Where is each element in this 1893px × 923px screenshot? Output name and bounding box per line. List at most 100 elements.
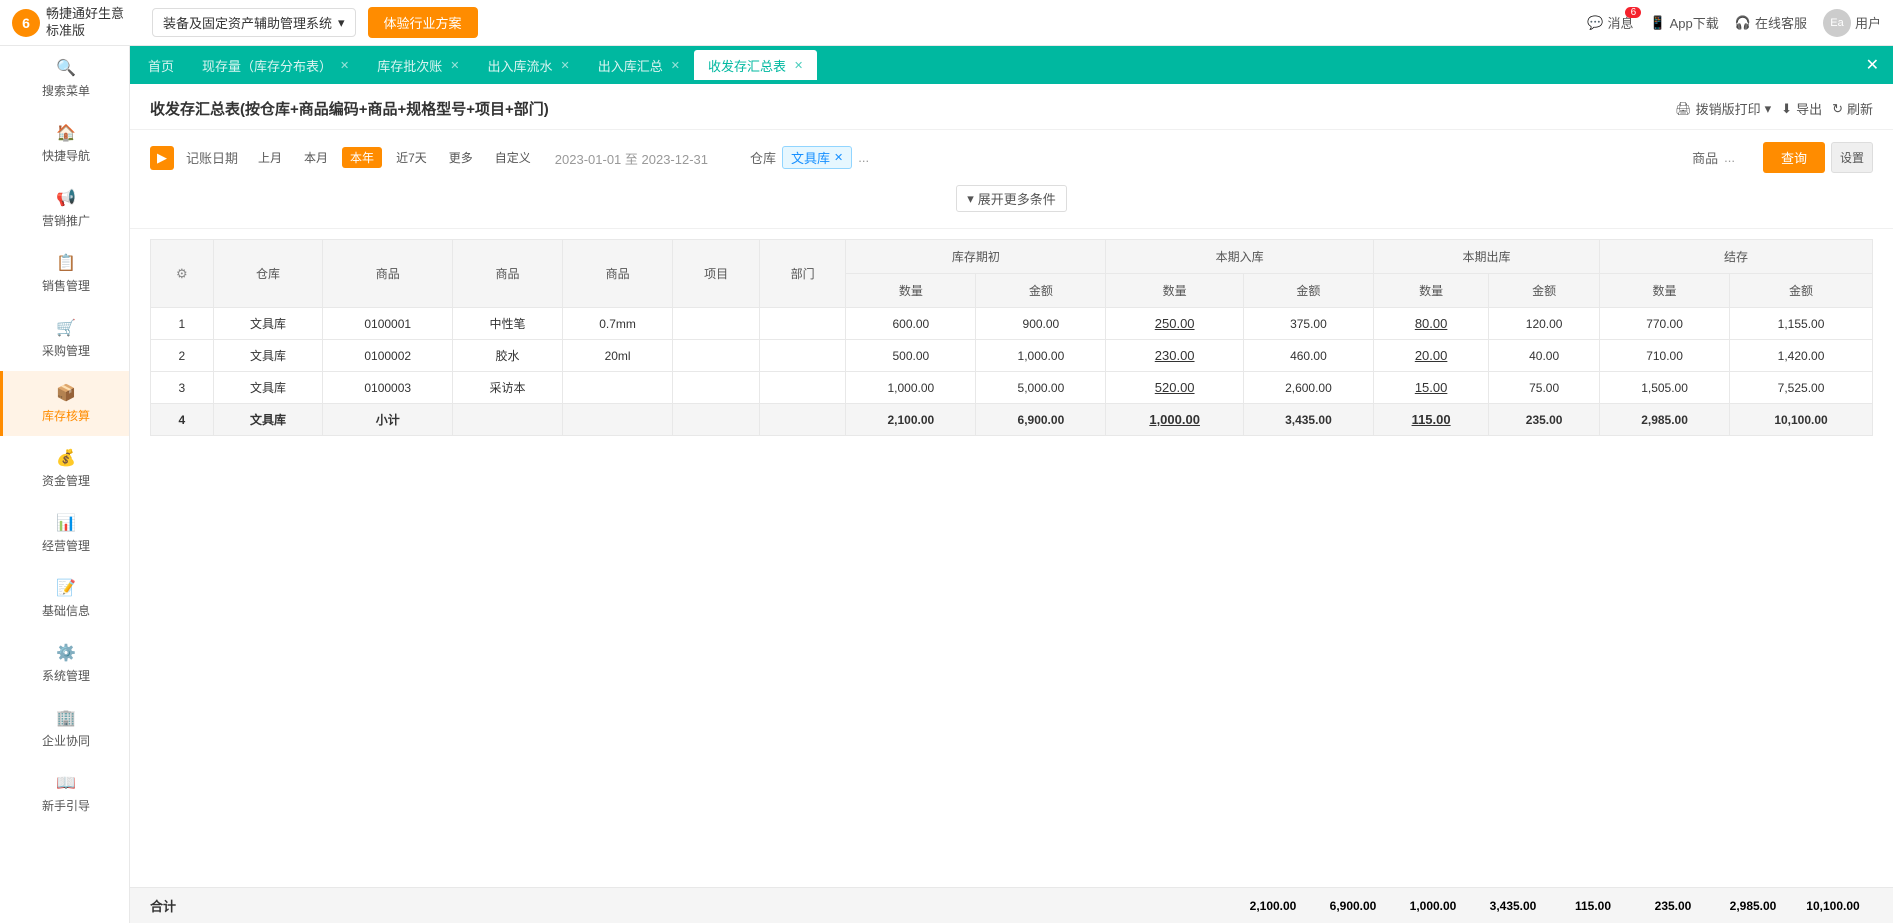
date-btn-last-month[interactable]: 上月 [250, 147, 290, 168]
app-download-item[interactable]: 📱 App下载 [1649, 13, 1718, 32]
basic-info-icon: 📝 [56, 578, 76, 598]
print-button[interactable]: 🖨 拨销版打印 ▾ [1675, 99, 1771, 118]
trial-button[interactable]: 体验行业方案 [368, 7, 478, 38]
warehouse-more[interactable]: ... [858, 150, 869, 165]
row1-warehouse: 文具库 [213, 308, 322, 340]
sidebar-item-inventory[interactable]: 📦 库存核算 [0, 371, 129, 436]
tab-batch[interactable]: 库存批次账 ✕ [363, 50, 473, 80]
date-range: 2023-01-01 至 2023-12-31 [555, 149, 708, 168]
row3-in-qty[interactable]: 520.00 [1106, 372, 1244, 404]
app-download-label: App下载 [1670, 13, 1719, 32]
inventory-icon: 📦 [56, 383, 76, 403]
col-open-amt-header: 金额 [976, 274, 1106, 308]
col-open-header: 库存期初 [846, 240, 1106, 274]
warehouse-tag[interactable]: 文具库 ✕ [782, 146, 852, 169]
row3-out-amt: 75.00 [1489, 372, 1600, 404]
sidebar-item-finance[interactable]: 💰 资金管理 [0, 436, 129, 501]
warehouse-filter: 仓库 文具库 ✕ ... [750, 146, 869, 169]
row1-open-qty: 600.00 [846, 308, 976, 340]
query-button[interactable]: 查询 [1763, 142, 1825, 173]
refresh-button[interactable]: ↻ 刷新 [1832, 99, 1873, 118]
warehouse-tag-close[interactable]: ✕ [834, 151, 843, 164]
sidebar-item-search[interactable]: 🔍 搜索菜单 [0, 46, 129, 111]
tab-stock-dist-close[interactable]: ✕ [340, 59, 349, 72]
row1-out-qty[interactable]: 80.00 [1373, 308, 1488, 340]
table-row: 1 文具库 0100001 中性笔 0.7mm 600.00 900.00 25… [151, 308, 1873, 340]
sidebar-item-guide[interactable]: 📖 新手引导 [0, 761, 129, 826]
row3-open-qty: 1,000.00 [846, 372, 976, 404]
footer-in-qty: 1,000.00 [1393, 899, 1473, 913]
expand-label: 展开更多条件 [978, 189, 1056, 208]
col-code-header: 商品 [323, 240, 453, 308]
export-button[interactable]: ⬇ 导出 [1781, 99, 1822, 118]
sidebar-label-guide: 新手引导 [42, 797, 90, 814]
date-btn-7days[interactable]: 近7天 [388, 147, 435, 168]
subtotal-label: 小计 [323, 404, 453, 436]
tab-flow[interactable]: 出入库流水 ✕ [473, 50, 583, 80]
system-selector[interactable]: 装备及固定资产辅助管理系统 ▾ [152, 8, 356, 37]
tab-recv-summary-label: 收发存汇总表 [708, 56, 786, 75]
row1-bal-qty: 770.00 [1600, 308, 1730, 340]
col-spec-header: 商品 [562, 240, 673, 308]
expand-conditions-button[interactable]: ▾ 展开更多条件 [956, 185, 1067, 212]
sidebar-item-sales[interactable]: 📋 销售管理 [0, 241, 129, 306]
col-project-header: 项目 [673, 240, 759, 308]
sidebar-item-basic-info[interactable]: 📝 基础信息 [0, 566, 129, 631]
user-label: 用户 [1855, 13, 1881, 32]
date-label: 记账日期 [186, 148, 238, 167]
tab-bar-close[interactable]: ✕ [1856, 55, 1889, 75]
row2-warehouse: 文具库 [213, 340, 322, 372]
sidebar-item-enterprise[interactable]: 🏢 企业协同 [0, 696, 129, 761]
row1-in-qty[interactable]: 250.00 [1106, 308, 1244, 340]
goods-more[interactable]: ... [1724, 150, 1735, 165]
footer-total-label: 合计 [150, 896, 350, 915]
filter-expand-arrow[interactable]: ▶ [150, 146, 174, 170]
messages-item[interactable]: 💬 消息 6 [1587, 13, 1633, 32]
online-service-item[interactable]: 🎧 在线客服 [1735, 13, 1807, 32]
col-settings-header[interactable]: ⚙ [151, 240, 214, 308]
sidebar-item-quick-nav[interactable]: 🏠 快捷导航 [0, 111, 129, 176]
sidebar-item-purchase[interactable]: 🛒 采购管理 [0, 306, 129, 371]
tab-stock-dist[interactable]: 现存量（库存分布表） ✕ [188, 50, 363, 80]
col-in-qty-header: 数量 [1106, 274, 1244, 308]
footer-bar: 合计 2,100.00 6,900.00 1,000.00 3,435.00 1… [130, 887, 1893, 923]
row3-project [673, 372, 759, 404]
sidebar-item-operations[interactable]: 📊 经营管理 [0, 501, 129, 566]
sidebar-item-marketing[interactable]: 📢 营销推广 [0, 176, 129, 241]
row1-dept [759, 308, 845, 340]
subtotal-warehouse: 文具库 [213, 404, 322, 436]
settings-icon[interactable]: ⚙ [176, 266, 188, 281]
system-name: 装备及固定资产辅助管理系统 [163, 13, 332, 32]
tab-recv-summary-close[interactable]: ✕ [794, 59, 803, 72]
row2-open-amt: 1,000.00 [976, 340, 1106, 372]
table-row: 2 文具库 0100002 胶水 20ml 500.00 1,000.00 23… [151, 340, 1873, 372]
date-btn-this-year[interactable]: 本年 [342, 147, 382, 168]
refresh-label: 刷新 [1847, 99, 1873, 118]
tab-summary-close[interactable]: ✕ [671, 59, 680, 72]
row2-in-qty[interactable]: 230.00 [1106, 340, 1244, 372]
row2-out-qty[interactable]: 20.00 [1373, 340, 1488, 372]
chevron-down-icon: ▾ [338, 15, 345, 31]
row3-out-qty[interactable]: 15.00 [1373, 372, 1488, 404]
tab-home[interactable]: 首页 [134, 50, 188, 80]
tab-batch-close[interactable]: ✕ [450, 59, 459, 72]
search-icon: 🔍 [56, 58, 76, 78]
user-item[interactable]: Ea 用户 [1823, 9, 1881, 37]
setting-button[interactable]: 设置 [1831, 142, 1873, 173]
footer-in-amt: 3,435.00 [1473, 899, 1553, 913]
top-bar: 6 畅捷通好生意 标准版 装备及固定资产辅助管理系统 ▾ 体验行业方案 💬 消息… [0, 0, 1893, 46]
header-actions: 🖨 拨销版打印 ▾ ⬇ 导出 ↻ 刷新 [1675, 99, 1873, 118]
sidebar-item-system[interactable]: ⚙️ 系统管理 [0, 631, 129, 696]
footer-values: 2,100.00 6,900.00 1,000.00 3,435.00 115.… [1233, 899, 1873, 913]
filter-row-main: ▶ 记账日期 上月 本月 本年 近7天 更多 自定义 2023-01-01 至 … [150, 142, 1873, 173]
date-btn-custom[interactable]: 自定义 [487, 147, 539, 168]
date-btn-this-month[interactable]: 本月 [296, 147, 336, 168]
tab-flow-close[interactable]: ✕ [561, 59, 570, 72]
row3-bal-amt: 7,525.00 [1730, 372, 1873, 404]
purchase-icon: 🛒 [56, 318, 76, 338]
logo-area: 6 畅捷通好生意 标准版 [12, 6, 142, 40]
print-label: 拨销版打印 [1696, 99, 1761, 118]
tab-summary[interactable]: 出入库汇总 ✕ [584, 50, 694, 80]
date-btn-more[interactable]: 更多 [441, 147, 481, 168]
tab-recv-summary[interactable]: 收发存汇总表 ✕ [694, 50, 817, 80]
